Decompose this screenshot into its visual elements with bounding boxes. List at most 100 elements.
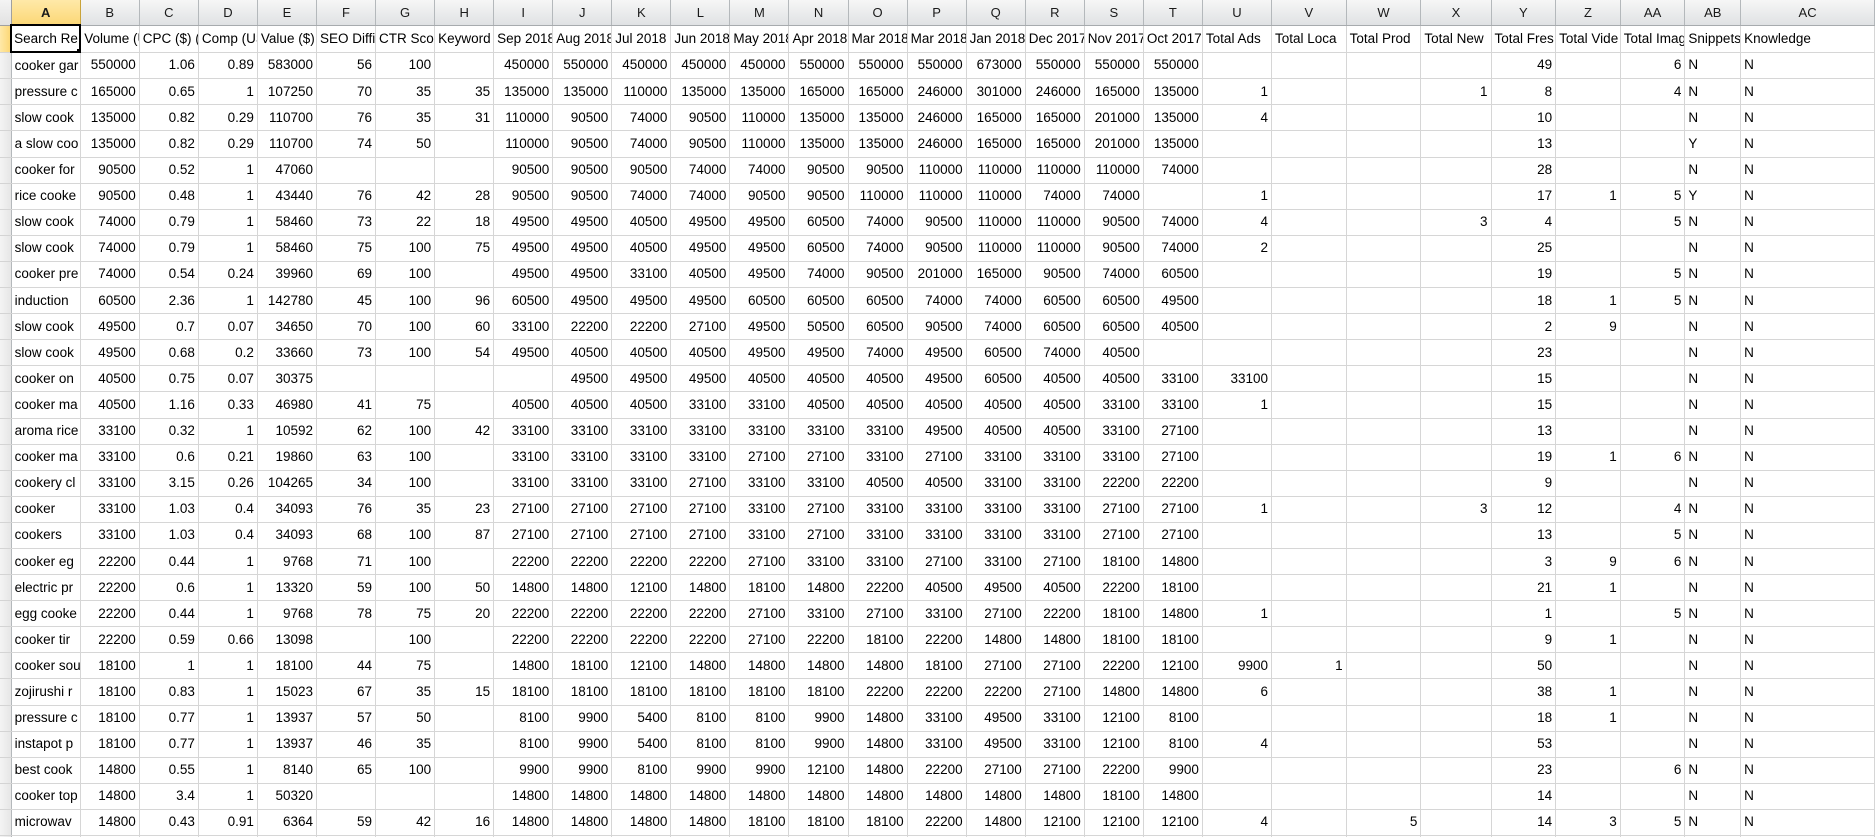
table-cell[interactable]: 27100 xyxy=(1143,522,1203,549)
row-header[interactable] xyxy=(0,574,12,602)
row-header[interactable] xyxy=(0,652,12,680)
table-cell[interactable]: 12100 xyxy=(1084,731,1144,758)
table-cell[interactable]: N xyxy=(1684,678,1742,706)
table-cell[interactable] xyxy=(434,391,495,419)
table-cell[interactable]: 60500 xyxy=(966,339,1026,367)
table-cell[interactable]: 23 xyxy=(1491,339,1557,367)
column-header-s[interactable]: S xyxy=(1084,0,1144,26)
table-cell[interactable]: 0.79 xyxy=(139,209,199,236)
table-cell[interactable] xyxy=(1202,470,1273,497)
table-cell[interactable]: 90500 xyxy=(80,183,140,210)
table-cell[interactable]: cooker xyxy=(11,496,81,523)
table-cell[interactable]: 13 xyxy=(1491,130,1557,158)
table-cell[interactable]: 33100 xyxy=(966,522,1026,549)
table-cell[interactable]: 60500 xyxy=(848,287,908,315)
table-cell[interactable] xyxy=(1202,574,1273,602)
table-cell[interactable]: 6 xyxy=(1202,678,1273,706)
table-cell[interactable]: 34093 xyxy=(257,522,317,549)
table-cell[interactable]: 110000 xyxy=(1025,235,1085,262)
table-cell[interactable]: 33100 xyxy=(1025,444,1085,471)
table-cell[interactable]: 5 xyxy=(1620,287,1686,315)
table-cell[interactable]: 8100 xyxy=(1143,705,1203,732)
table-cell[interactable] xyxy=(1420,365,1492,393)
table-cell[interactable]: 74000 xyxy=(1084,183,1144,210)
table-cell[interactable]: 135000 xyxy=(493,78,554,106)
table-cell[interactable]: N xyxy=(1740,626,1875,654)
table-cell[interactable]: N xyxy=(1740,418,1875,445)
table-cell[interactable]: 19 xyxy=(1491,261,1557,289)
table-cell[interactable]: 33100 xyxy=(1202,365,1273,393)
table-cell[interactable]: 22200 xyxy=(493,548,554,576)
table-cell[interactable]: N xyxy=(1684,626,1742,654)
table-cell[interactable]: 22200 xyxy=(611,600,672,628)
table-cell[interactable] xyxy=(1271,548,1347,576)
table-cell[interactable]: cooker pre xyxy=(11,261,81,289)
table-cell[interactable]: 33100 xyxy=(788,600,849,628)
table-row[interactable]: cookery cl 33100 3.15 0.26 104265 34 100 33100 3… xyxy=(0,470,1875,497)
table-cell[interactable]: 33100 xyxy=(788,548,849,576)
table-cell[interactable] xyxy=(1555,104,1621,132)
table-cell[interactable]: 96 xyxy=(434,287,495,315)
table-cell[interactable]: 40500 xyxy=(788,391,849,419)
table-cell[interactable]: 33100 xyxy=(80,496,140,523)
table-cell[interactable]: 33100 xyxy=(80,522,140,549)
table-cell[interactable]: pressure c xyxy=(11,705,81,732)
table-cell[interactable]: 1 xyxy=(1202,183,1273,210)
table-cell[interactable]: N xyxy=(1684,600,1742,628)
table-cell[interactable]: 0.2 xyxy=(198,339,258,367)
table-cell[interactable]: 8100 xyxy=(729,705,790,732)
table-cell[interactable]: 33100 xyxy=(966,548,1026,576)
table-cell[interactable]: 165000 xyxy=(966,104,1026,132)
table-cell[interactable]: 22200 xyxy=(80,574,140,602)
table-cell[interactable]: 90500 xyxy=(552,104,613,132)
table-cell[interactable]: 110000 xyxy=(907,157,967,184)
table-cell[interactable]: N xyxy=(1740,783,1875,810)
table-cell[interactable]: 0.54 xyxy=(139,261,199,289)
table-cell[interactable]: 74000 xyxy=(1025,183,1085,210)
table-cell[interactable]: 73 xyxy=(316,339,377,367)
table-cell[interactable] xyxy=(434,731,495,758)
table-cell[interactable]: 27100 xyxy=(1025,678,1085,706)
table-cell[interactable]: 74 xyxy=(316,130,377,158)
table-cell[interactable] xyxy=(434,365,495,393)
table-cell[interactable]: 18100 xyxy=(80,731,140,758)
table-cell[interactable]: cookers xyxy=(11,522,81,549)
table-cell[interactable] xyxy=(1346,731,1422,758)
table-cell[interactable]: 1 xyxy=(198,235,258,262)
field-header-cell[interactable]: Jul 2018 (U xyxy=(611,25,672,53)
table-cell[interactable] xyxy=(1271,678,1347,706)
table-cell[interactable] xyxy=(1420,470,1492,497)
table-cell[interactable] xyxy=(1620,104,1686,132)
table-cell[interactable]: 90500 xyxy=(788,183,849,210)
table-cell[interactable]: 22200 xyxy=(552,313,613,341)
field-header-cell[interactable]: Mar 2018 ( xyxy=(907,25,967,53)
field-header-cell[interactable]: CTR Scope xyxy=(375,25,436,53)
table-cell[interactable]: N xyxy=(1740,705,1875,732)
table-cell[interactable]: 33100 xyxy=(1025,705,1085,732)
table-cell[interactable]: 18100 xyxy=(1084,783,1144,810)
table-cell[interactable]: 107250 xyxy=(257,78,317,106)
table-cell[interactable]: 583000 xyxy=(257,52,317,80)
table-cell[interactable]: 14800 xyxy=(1025,626,1085,654)
table-cell[interactable]: 5 xyxy=(1620,261,1686,289)
table-cell[interactable]: 34650 xyxy=(257,313,317,341)
row-header[interactable] xyxy=(0,496,12,523)
table-cell[interactable]: 1 xyxy=(1271,652,1347,680)
column-header-ab[interactable]: AB xyxy=(1684,0,1742,26)
table-cell[interactable]: 0.77 xyxy=(139,705,199,732)
table-cell[interactable]: N xyxy=(1740,52,1875,80)
table-cell[interactable]: 12100 xyxy=(1143,652,1203,680)
table-cell[interactable]: 14800 xyxy=(80,783,140,810)
table-cell[interactable]: 25 xyxy=(1491,235,1557,262)
table-cell[interactable]: 87 xyxy=(434,522,495,549)
field-header-cell[interactable]: Total Imag xyxy=(1620,25,1686,53)
table-cell[interactable] xyxy=(1620,365,1686,393)
table-cell[interactable]: 135000 xyxy=(788,104,849,132)
table-cell[interactable]: 44 xyxy=(316,652,377,680)
table-row[interactable]: cooker ma 40500 1.16 0.33 46980 41 75 40500 4050… xyxy=(0,391,1875,419)
table-row[interactable]: slow cook 49500 0.68 0.2 33660 73 100 54 49500 40… xyxy=(0,339,1875,367)
table-cell[interactable]: 50 xyxy=(375,130,436,158)
table-cell[interactable]: 40500 xyxy=(848,470,908,497)
table-cell[interactable]: 74000 xyxy=(80,235,140,262)
table-cell[interactable]: 18100 xyxy=(729,678,790,706)
